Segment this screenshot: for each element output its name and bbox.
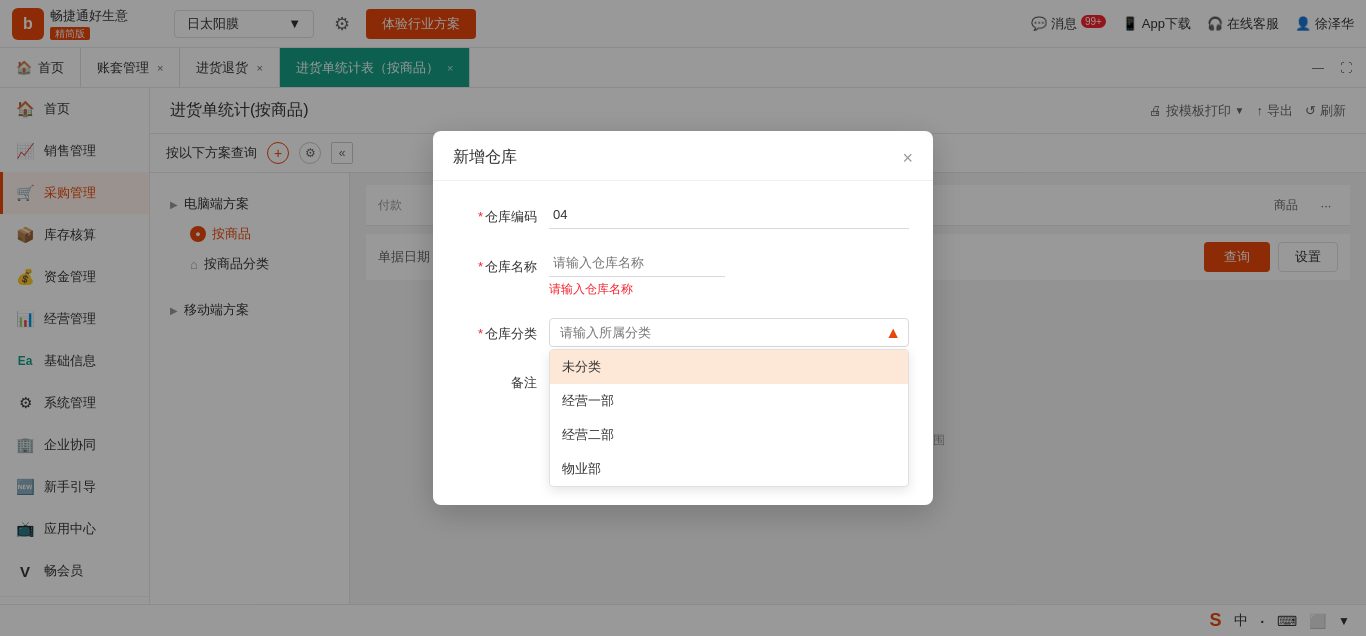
- dialog-header: 新增仓库 ×: [433, 131, 933, 181]
- category-arrow-icon[interactable]: ▲: [885, 324, 901, 342]
- name-input-wrap: [549, 249, 725, 277]
- form-row-name: 仓库名称 请输入仓库名称: [457, 249, 909, 298]
- dropdown-item-dept2[interactable]: 经营二部: [550, 418, 908, 452]
- name-error-msg: 请输入仓库名称: [457, 281, 633, 298]
- dropdown-item-dept3[interactable]: 物业部: [550, 452, 908, 486]
- name-label: 仓库名称: [457, 251, 537, 276]
- category-dropdown: 未分类 经营一部 经营二部 物业部: [549, 349, 909, 487]
- category-label: 仓库分类: [457, 318, 537, 343]
- form-row-category: 仓库分类 ▲ 未分类 经营一部 经营二部 物业部: [457, 318, 909, 347]
- dropdown-item-dept1[interactable]: 经营一部: [550, 384, 908, 418]
- form-name-input-row: 仓库名称: [457, 249, 725, 277]
- category-input-wrap: ▲ 未分类 经营一部 经营二部 物业部: [549, 318, 909, 347]
- dropdown-item-uncategorized[interactable]: 未分类: [550, 350, 908, 384]
- modal-overlay[interactable]: 新增仓库 × 仓库编码 仓库名称 请输入仓库名称: [0, 0, 1366, 636]
- form-row-code: 仓库编码: [457, 201, 909, 229]
- note-label: 备注: [457, 367, 537, 392]
- dialog-body: 仓库编码 仓库名称 请输入仓库名称 仓库分类 ▲: [433, 181, 933, 439]
- code-label: 仓库编码: [457, 201, 537, 226]
- dialog-close-button[interactable]: ×: [902, 149, 913, 167]
- dialog-new-warehouse: 新增仓库 × 仓库编码 仓库名称 请输入仓库名称: [433, 131, 933, 505]
- dialog-title: 新增仓库: [453, 147, 517, 168]
- name-input[interactable]: [549, 249, 725, 277]
- category-input[interactable]: [549, 318, 909, 347]
- code-input[interactable]: [549, 201, 909, 229]
